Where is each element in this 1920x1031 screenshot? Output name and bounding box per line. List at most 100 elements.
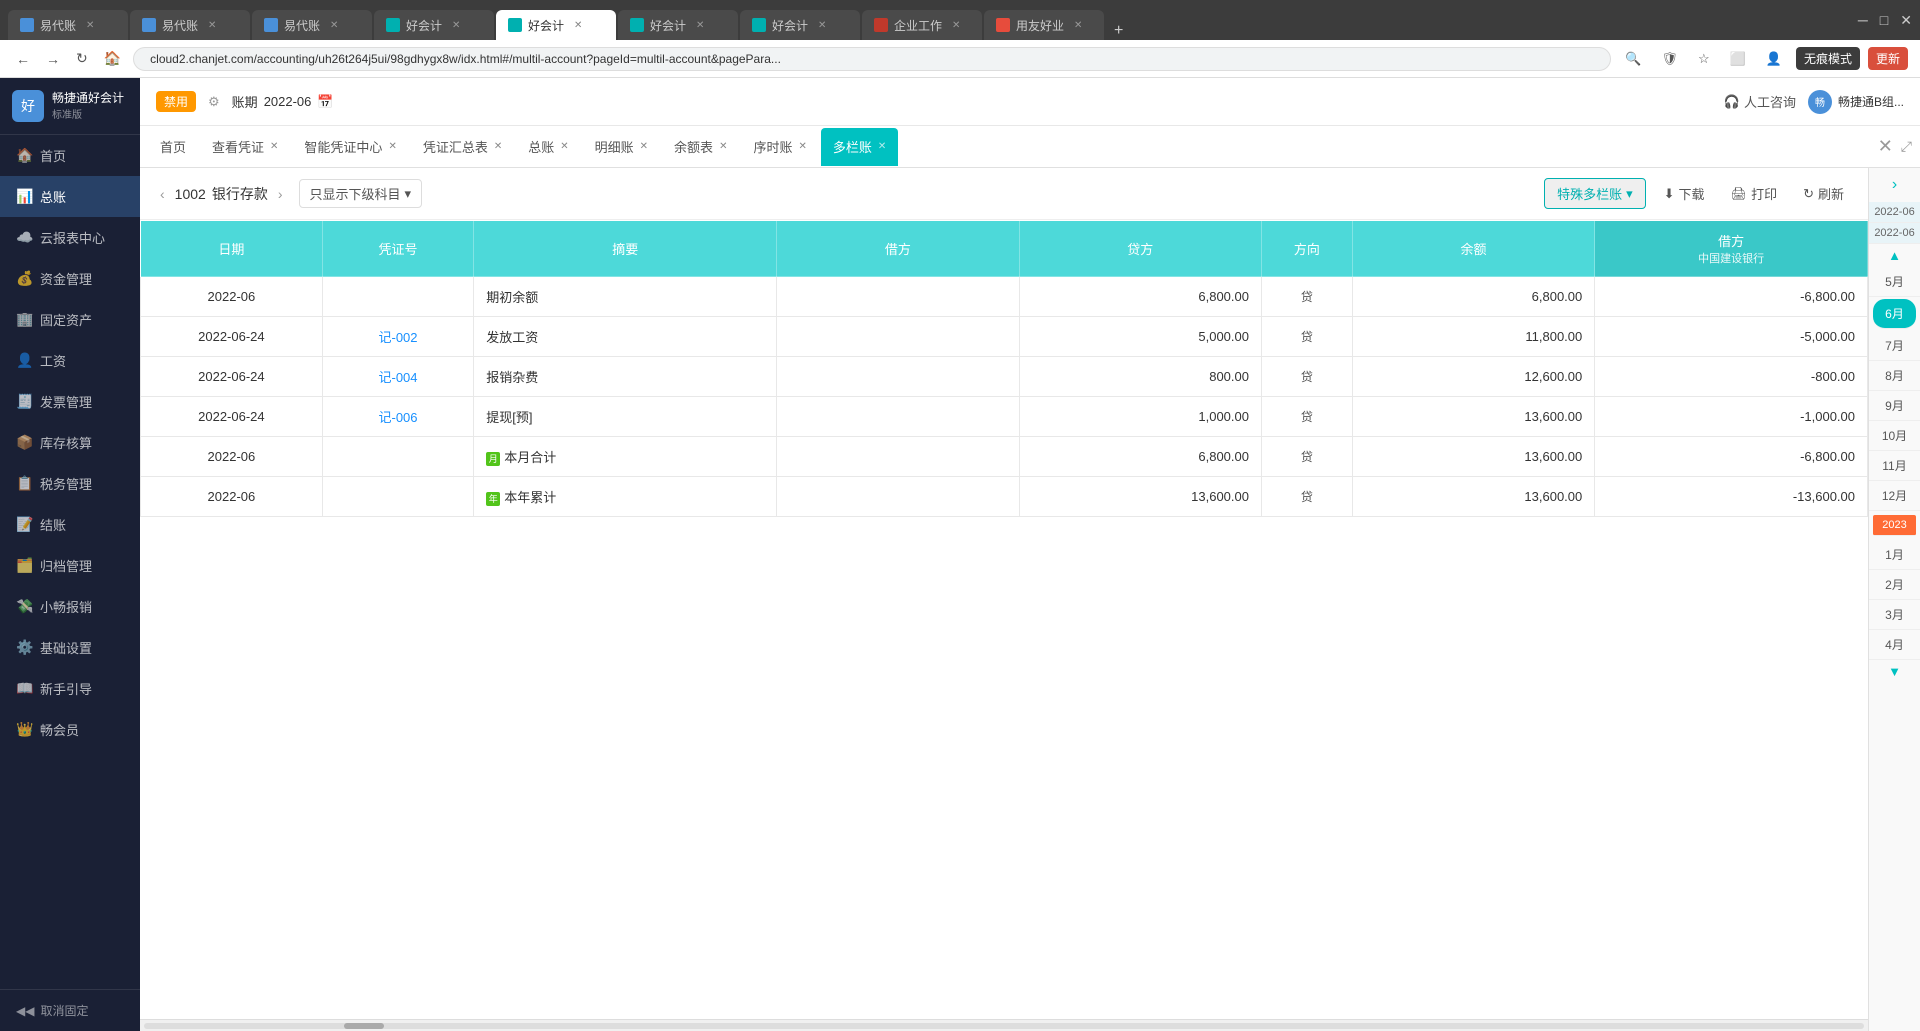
scroll-up-button[interactable]: ▲	[1869, 244, 1920, 267]
back-button[interactable]: ←	[12, 47, 34, 71]
month-item-2023-2[interactable]: 2月	[1869, 570, 1920, 600]
data-table: 日期 凭证号 摘要 借方 贷方 方向 余额 借方 中国建设银行	[140, 220, 1868, 517]
browser-tab-2[interactable]: 易代账 ✕	[130, 10, 250, 40]
cell-summary-6: 年本年累计	[474, 477, 777, 517]
update-button[interactable]: 更新	[1868, 47, 1908, 70]
maximize-button[interactable]: □	[1880, 12, 1888, 29]
cell-voucher-3[interactable]: 记-004	[322, 357, 473, 397]
sidebar-item-settings[interactable]: ⚙️ 基础设置	[0, 627, 140, 668]
tab-view-voucher-close[interactable]: ✕	[270, 141, 278, 152]
prev-account-button[interactable]: ‹	[156, 184, 169, 204]
chevron-down-icon-2: ▾	[1626, 186, 1633, 202]
month-item-2023-1[interactable]: 1月	[1869, 540, 1920, 570]
cell-voucher-2[interactable]: 记-002	[322, 317, 473, 357]
filter-dropdown[interactable]: 只显示下级科目 ▾	[299, 179, 423, 208]
sidebar-logo: 好 畅捷通好会计 标准版	[0, 78, 140, 135]
month-item-10[interactable]: 10月	[1869, 421, 1920, 451]
sidebar-item-fund[interactable]: 💰 资金管理	[0, 258, 140, 299]
month-item-6[interactable]: 6月	[1873, 299, 1916, 329]
tab-journal-close[interactable]: ✕	[798, 141, 806, 152]
cell-voucher-6	[322, 477, 473, 517]
next-account-button[interactable]: ›	[274, 184, 287, 204]
scrollbar-thumb[interactable]	[344, 1023, 384, 1029]
browser-tab-7[interactable]: 好会计 ✕	[740, 10, 860, 40]
shield-icon[interactable]: 🛡	[1655, 47, 1684, 71]
sidebar-item-invoice[interactable]: 🧾 发票管理	[0, 381, 140, 422]
month-item-7[interactable]: 7月	[1869, 331, 1920, 361]
home-button[interactable]: 🏠	[100, 46, 125, 71]
month-item-5[interactable]: 5月	[1869, 267, 1920, 297]
month-sidebar-collapse[interactable]: ›	[1869, 168, 1920, 202]
browser-tab-4[interactable]: 好会计 ✕	[374, 10, 494, 40]
browser-tab-5[interactable]: 好会计 ✕	[496, 10, 616, 40]
sidebar-item-close[interactable]: 📝 结账	[0, 504, 140, 545]
extension-icon[interactable]: ⬜	[1724, 47, 1752, 71]
search-icon[interactable]: 🔍	[1619, 47, 1647, 71]
month-item-12[interactable]: 12月	[1869, 481, 1920, 511]
sidebar-item-guide[interactable]: 📖 新手引导	[0, 668, 140, 709]
tab-detail-ledger-close[interactable]: ✕	[640, 141, 648, 152]
tab-voucher-summary-close[interactable]: ✕	[494, 141, 502, 152]
settings-gear-icon[interactable]: ⚙	[208, 94, 220, 110]
sidebar-item-inventory[interactable]: 📦 库存核算	[0, 422, 140, 463]
expand-panel-button[interactable]: ⤢	[1901, 138, 1912, 155]
special-multi-column-button[interactable]: 特殊多栏账 ▾	[1544, 178, 1646, 209]
tab-view-voucher[interactable]: 查看凭证 ✕	[200, 128, 290, 166]
new-tab-button[interactable]: +	[1106, 22, 1131, 40]
sidebar-item-expense[interactable]: 💸 小畅报销	[0, 586, 140, 627]
cell-voucher-1	[322, 277, 473, 317]
tab-general-ledger[interactable]: 总账 ✕	[516, 128, 580, 166]
cell-voucher-4[interactable]: 记-006	[322, 397, 473, 437]
tab-smart-voucher-close[interactable]: ✕	[388, 141, 396, 152]
browser-tab-9[interactable]: 用友好业 ✕	[984, 10, 1104, 40]
month-item-2023-4[interactable]: 4月	[1869, 630, 1920, 660]
tab-smart-voucher[interactable]: 智能凭证中心 ✕	[292, 128, 408, 166]
sidebar-item-archive[interactable]: 🗂️ 归档管理	[0, 545, 140, 586]
refresh-button[interactable]: ↻ 刷新	[1795, 179, 1852, 208]
month-item-8[interactable]: 8月	[1869, 361, 1920, 391]
calendar-icon[interactable]: 📅	[317, 94, 333, 110]
profile-icon[interactable]: 👤	[1760, 47, 1788, 71]
print-button[interactable]: 🖨 打印	[1723, 179, 1786, 208]
tab-general-ledger-close[interactable]: ✕	[560, 141, 568, 152]
sidebar-item-salary[interactable]: 👤 工资	[0, 340, 140, 381]
month-item-9[interactable]: 9月	[1869, 391, 1920, 421]
tab-balance[interactable]: 余额表 ✕	[662, 128, 739, 166]
sidebar-item-ledger[interactable]: 📊 总账	[0, 176, 140, 217]
sidebar-item-tax[interactable]: 📋 税务管理	[0, 463, 140, 504]
tab-multi-column-close[interactable]: ✕	[878, 141, 886, 152]
tab-home[interactable]: 首页	[148, 128, 198, 166]
cell-date-3: 2022-06-24	[141, 357, 323, 397]
pin-button[interactable]: ◀◀ 取消固定	[16, 1002, 124, 1019]
close-panel-button[interactable]: ✕	[1878, 136, 1893, 157]
browser-tab-6[interactable]: 好会计 ✕	[618, 10, 738, 40]
browser-tab-8[interactable]: 企业工作 ✕	[862, 10, 982, 40]
scroll-down-button[interactable]: ▼	[1869, 660, 1920, 683]
minimize-button[interactable]: ─	[1858, 12, 1868, 29]
month-item-2023-3[interactable]: 3月	[1869, 600, 1920, 630]
tab-balance-close[interactable]: ✕	[719, 141, 727, 152]
tab-journal[interactable]: 序时账 ✕	[741, 128, 818, 166]
fund-icon: 💰	[16, 270, 32, 287]
consult-button[interactable]: 🎧 人工咨询	[1724, 92, 1796, 111]
close-button[interactable]: ✕	[1900, 12, 1912, 29]
url-input[interactable]	[133, 47, 1611, 71]
forward-button[interactable]: →	[42, 47, 64, 71]
browser-tab-3[interactable]: 易代账 ✕	[252, 10, 372, 40]
cell-balance-1: 6,800.00	[1352, 277, 1594, 317]
tab-multi-column[interactable]: 多栏账 ✕	[821, 128, 898, 166]
sidebar-item-home[interactable]: 🏠 首页	[0, 135, 140, 176]
browser-tab-1[interactable]: 易代账 ✕	[8, 10, 128, 40]
bottom-scrollbar[interactable]	[140, 1019, 1868, 1031]
sidebar-item-cloud-report[interactable]: ☁️ 云报表中心	[0, 217, 140, 258]
month-item-11[interactable]: 11月	[1869, 451, 1920, 481]
tab-detail-ledger-label: 明细账	[595, 137, 634, 156]
sidebar-item-vip[interactable]: 👑 畅会员	[0, 709, 140, 750]
star-icon[interactable]: ☆	[1692, 47, 1716, 71]
tab-voucher-summary[interactable]: 凭证汇总表 ✕	[411, 128, 514, 166]
refresh-button[interactable]: ↻	[72, 46, 92, 71]
stealth-mode-button[interactable]: 无痕模式	[1796, 47, 1860, 70]
tab-detail-ledger[interactable]: 明细账 ✕	[583, 128, 660, 166]
download-button[interactable]: ⬇ 下载	[1656, 179, 1713, 208]
sidebar-item-asset[interactable]: 🏢 固定资产	[0, 299, 140, 340]
